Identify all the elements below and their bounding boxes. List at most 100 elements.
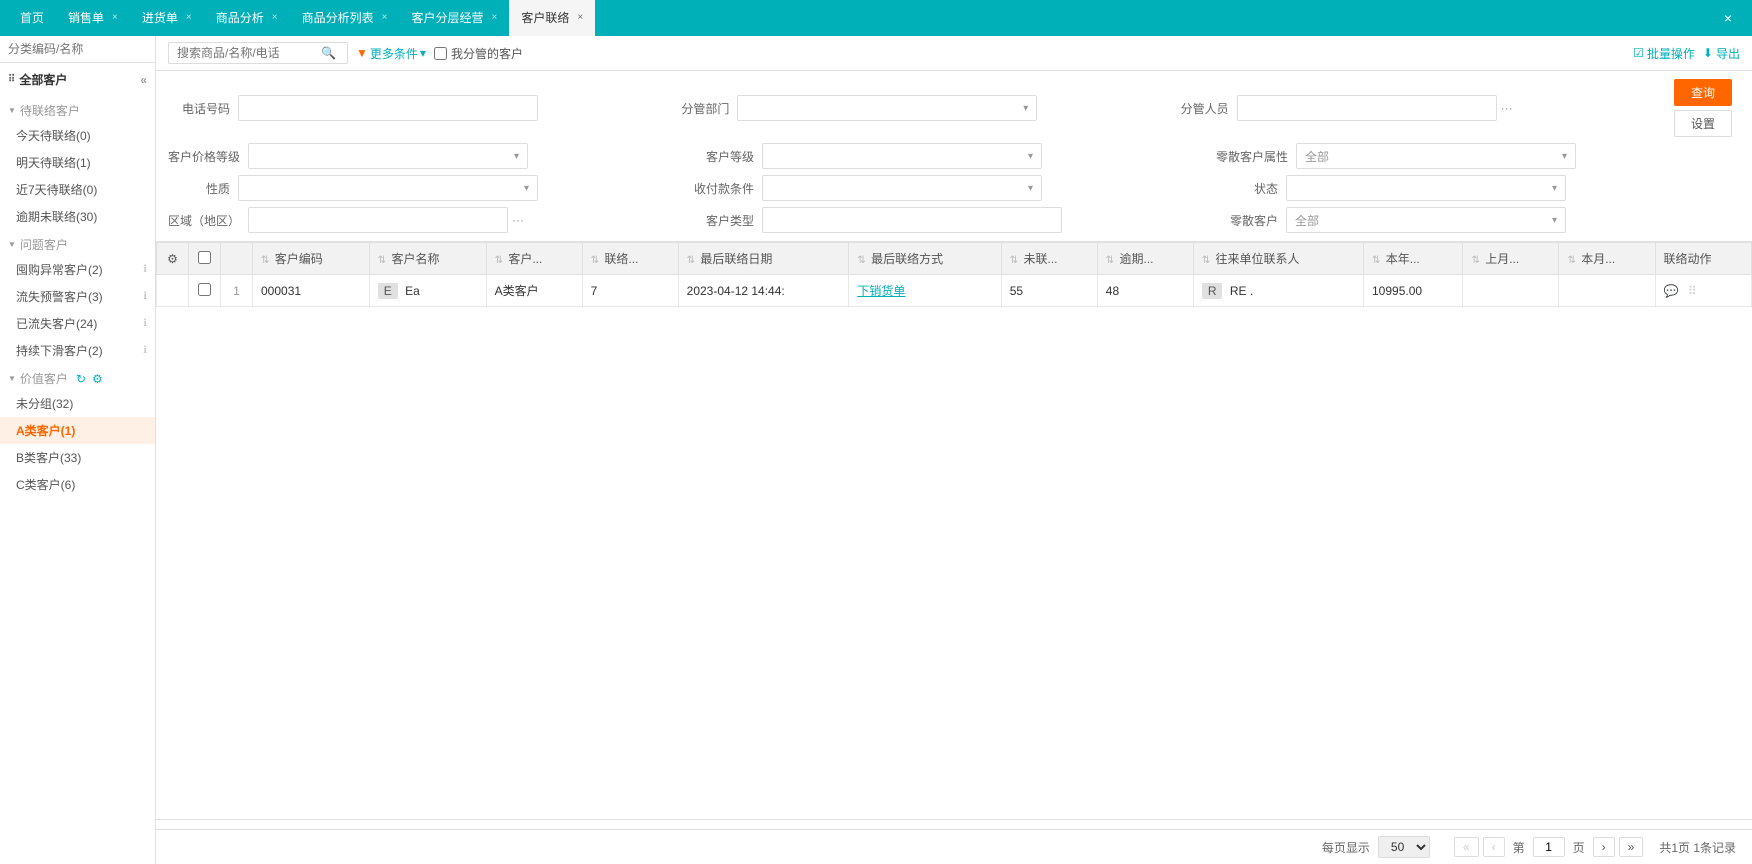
export-button[interactable]: ⬇ 导出: [1703, 45, 1740, 62]
row-overdue: 48: [1097, 275, 1193, 307]
col-unit-contact[interactable]: ⇅ 往来单位联系人: [1193, 243, 1363, 275]
horizontal-scrollbar[interactable]: [156, 819, 1752, 829]
last-page-button[interactable]: »: [1619, 837, 1644, 857]
sidebar-item-lost-customer[interactable]: 已流失客户(24) ℹ: [0, 310, 155, 337]
sidebar-item-declining-customer[interactable]: 持续下滑客户(2) ℹ: [0, 337, 155, 364]
setting-button[interactable]: 设置: [1674, 110, 1732, 137]
sidebar-root-header[interactable]: ⠿ 全部客户 «: [0, 63, 155, 96]
price-grade-select[interactable]: ▾: [248, 143, 528, 169]
window-close-button[interactable]: ×: [1712, 0, 1744, 36]
sidebar-item-class-b[interactable]: B类客户(33): [0, 444, 155, 471]
col-customer-type[interactable]: ⇅ 客户...: [486, 243, 582, 275]
payment-select[interactable]: ▾: [762, 175, 1042, 201]
page-number-input[interactable]: [1533, 837, 1565, 857]
nav-tab-customer-contact[interactable]: 客户联络 ×: [509, 0, 595, 36]
close-purchase-tab[interactable]: ×: [186, 0, 192, 36]
retail-attr-select[interactable]: 全部 ▾: [1296, 143, 1576, 169]
declining-customer-info-icon: ℹ: [143, 345, 147, 356]
batch-operation-button[interactable]: ☑ 批量操作: [1633, 45, 1695, 62]
page-label: 第: [1509, 839, 1529, 856]
col-last-date[interactable]: ⇅ 最后联络日期: [678, 243, 849, 275]
dept-select[interactable]: ▾: [737, 95, 1037, 121]
col-customer-code[interactable]: ⇅ 客户编码: [253, 243, 370, 275]
sidebar-item-loss-warning[interactable]: 流失预警客户(3) ℹ: [0, 283, 155, 310]
sidebar-item-overdue-pending[interactable]: 逾期未联络(30): [0, 203, 155, 230]
select-all-checkbox[interactable]: [198, 251, 211, 264]
close-analysis-list-tab[interactable]: ×: [382, 0, 388, 36]
manager-input[interactable]: [1237, 95, 1497, 121]
nav-tab-customer-tier[interactable]: 客户分层经营 ×: [399, 0, 509, 36]
retail-customer-select[interactable]: 全部 ▾: [1286, 207, 1566, 233]
col-no-contact[interactable]: ⇅ 未联...: [1001, 243, 1097, 275]
nav-tab-purchase[interactable]: 进货单 ×: [130, 0, 204, 36]
col-this-month[interactable]: ⇅ 本月...: [1559, 243, 1655, 275]
nav-tab-analysis[interactable]: 商品分析 ×: [204, 0, 290, 36]
nature-select[interactable]: ▾: [238, 175, 538, 201]
next-page-button[interactable]: ›: [1593, 837, 1615, 857]
customer-grade-select[interactable]: ▾: [762, 143, 1042, 169]
col-this-year[interactable]: ⇅ 本年...: [1364, 243, 1463, 275]
customer-table: ⚙ ⇅ 客户编码 ⇅ 客户名称: [156, 242, 1752, 307]
sidebar-item-class-a[interactable]: A类客户(1): [0, 417, 155, 444]
sidebar-group-value[interactable]: ▼ 价值客户 ↻ ⚙: [0, 364, 155, 390]
close-customer-contact-tab[interactable]: ×: [577, 0, 583, 36]
nav-home[interactable]: 首页: [8, 0, 56, 36]
sidebar-collapse-button[interactable]: «: [140, 73, 147, 87]
row-checkbox[interactable]: [198, 283, 211, 296]
contact-person-avatar: R: [1202, 283, 1223, 299]
prev-page-button[interactable]: ‹: [1483, 837, 1505, 857]
col-last-month[interactable]: ⇅ 上月...: [1463, 243, 1559, 275]
phone-input[interactable]: [238, 95, 538, 121]
abnormal-purchase-info-icon: ℹ: [143, 264, 147, 275]
filter-mine-checkbox[interactable]: [434, 47, 447, 60]
pending-group-arrow: ▼: [8, 106, 16, 115]
row-this-year: 10995.00: [1364, 275, 1463, 307]
action-chat-icon[interactable]: 💬: [1664, 284, 1679, 298]
sidebar-item-today-pending[interactable]: 今天待联络(0): [0, 122, 155, 149]
filter-more-conditions[interactable]: ▼ 更多条件 ▾: [356, 45, 426, 62]
close-analysis-tab[interactable]: ×: [272, 0, 278, 36]
query-button[interactable]: 查询: [1674, 79, 1732, 106]
col-customer-name[interactable]: ⇅ 客户名称: [369, 243, 486, 275]
first-page-button[interactable]: «: [1454, 837, 1479, 857]
sidebar-item-7day-pending[interactable]: 近7天待联络(0): [0, 176, 155, 203]
col-overdue[interactable]: ⇅ 逾期...: [1097, 243, 1193, 275]
region-input[interactable]: [248, 207, 508, 233]
grid-icon: ⠿: [8, 74, 15, 85]
sidebar-item-ungrouped[interactable]: 未分组(32): [0, 390, 155, 417]
class-b-label: B类客户(33): [16, 449, 147, 466]
filter-form: 电话号码 分管部门 ▾ 分管人员 ··· 查询 设置: [156, 71, 1752, 242]
filter-search-input[interactable]: [177, 46, 317, 60]
status-select[interactable]: ▾: [1286, 175, 1566, 201]
close-customer-tier-tab[interactable]: ×: [491, 0, 497, 36]
filter-toolbar: 🔍 ▼ 更多条件 ▾ 我分管的客户 ☑ 批量操作 ⬇ 导出: [156, 36, 1752, 71]
last-method-link[interactable]: 下销货单: [857, 284, 905, 298]
sidebar-item-class-c[interactable]: C类客户(6): [0, 471, 155, 498]
sidebar-group-pending[interactable]: ▼ 待联络客户: [0, 96, 155, 122]
value-group-settings[interactable]: ⚙: [92, 372, 103, 386]
region-ellipsis[interactable]: ···: [508, 213, 528, 227]
gear-icon[interactable]: ⚙: [167, 252, 178, 266]
manager-ellipsis[interactable]: ···: [1497, 101, 1517, 115]
col-contact-count[interactable]: ⇅ 联络...: [582, 243, 678, 275]
action-more-icon[interactable]: ⠿: [1688, 284, 1697, 298]
filter-search-icon[interactable]: 🔍: [321, 46, 336, 60]
col-num: [221, 243, 253, 275]
sidebar-group-problem[interactable]: ▼ 问题客户: [0, 230, 155, 256]
filter-mine-checkbox-area[interactable]: 我分管的客户: [434, 45, 523, 62]
nav-tab-salesorder[interactable]: 销售单 ×: [56, 0, 130, 36]
customer-type-input[interactable]: [762, 207, 1062, 233]
sidebar-item-tomorrow-pending[interactable]: 明天待联络(1): [0, 149, 155, 176]
col-last-method[interactable]: ⇅ 最后联络方式: [849, 243, 1001, 275]
sidebar-search-input[interactable]: [8, 42, 156, 56]
row-no-contact: 55: [1001, 275, 1097, 307]
row-last-date: 2023-04-12 14:44:: [678, 275, 849, 307]
page-size-select[interactable]: 50: [1378, 836, 1430, 858]
close-salesorder-tab[interactable]: ×: [112, 0, 118, 36]
sidebar-item-abnormal-purchase[interactable]: 囤购异常客户(2) ℹ: [0, 256, 155, 283]
row-code: 000031: [253, 275, 370, 307]
nav-tab-analysis-list[interactable]: 商品分析列表 ×: [290, 0, 400, 36]
contact-person-text: RE .: [1230, 284, 1253, 298]
value-group-refresh[interactable]: ↻: [76, 372, 86, 386]
payment-label: 收付款条件: [692, 180, 762, 197]
